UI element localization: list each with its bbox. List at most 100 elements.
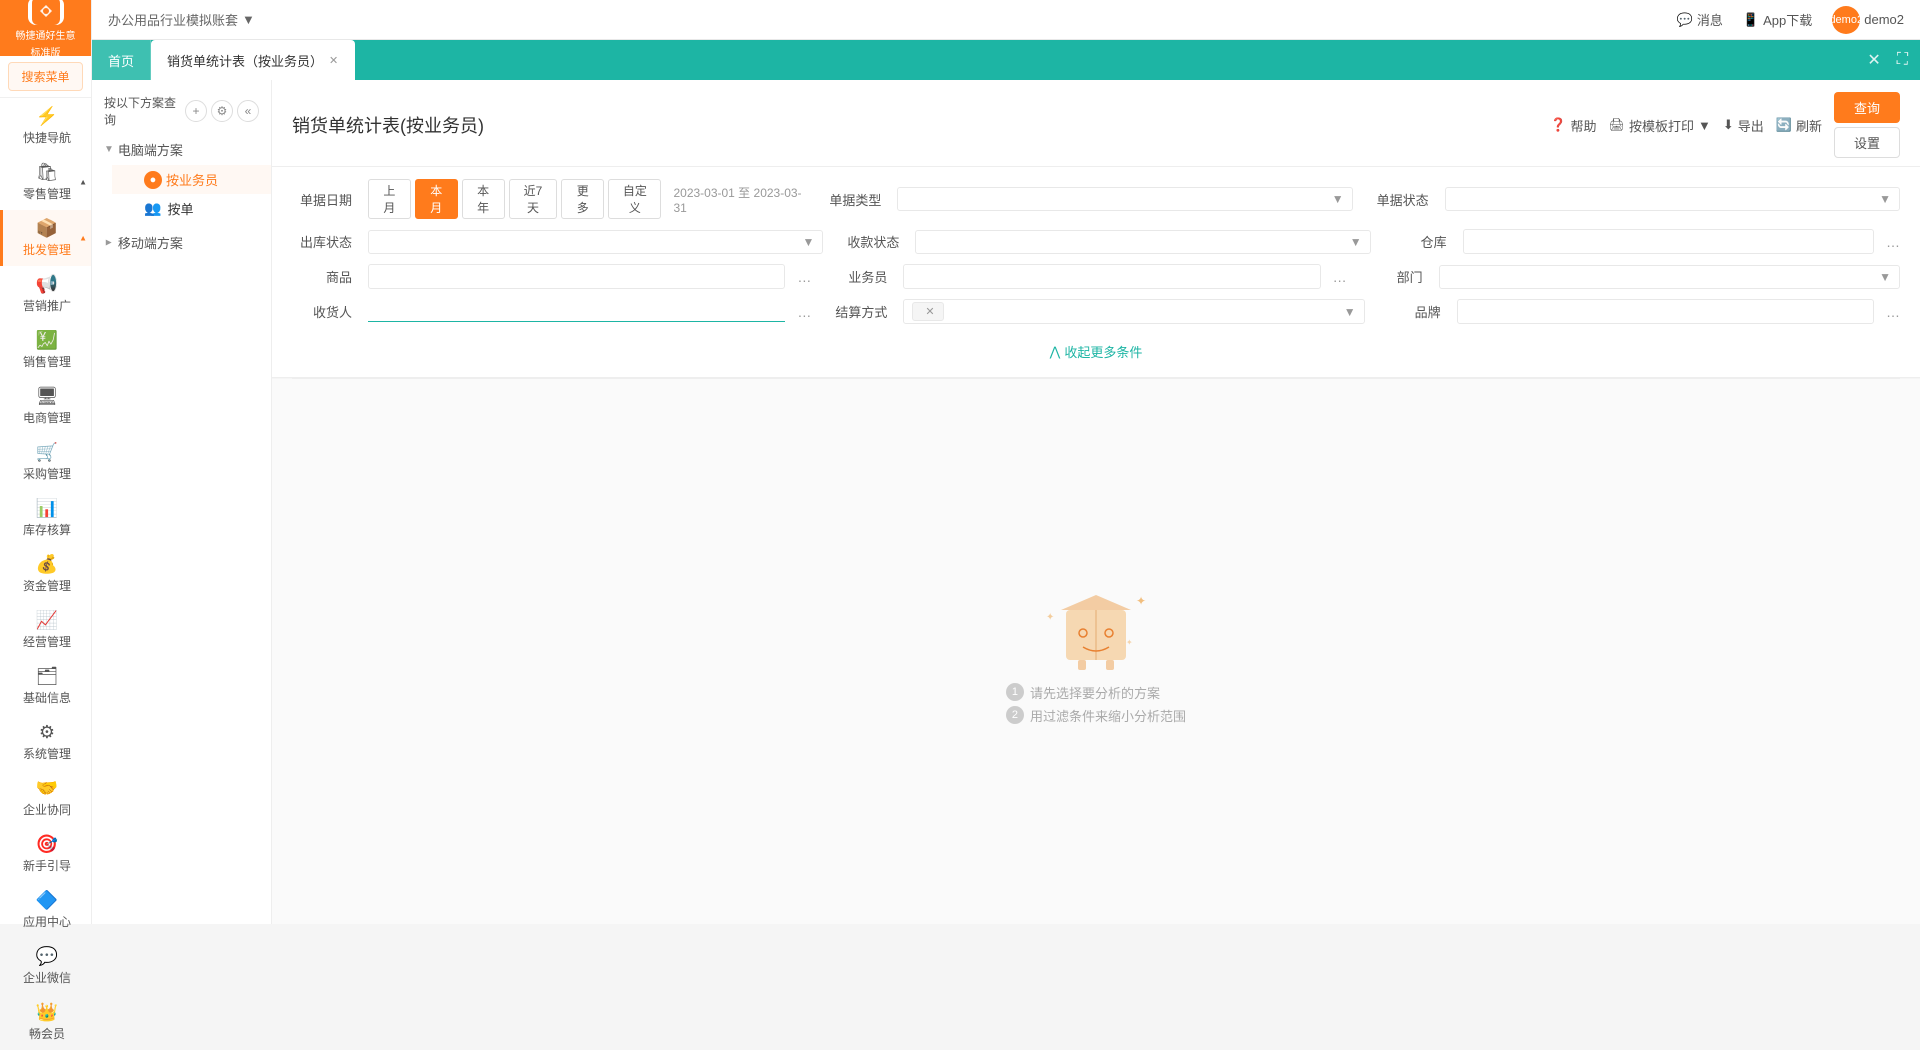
settlement-label: 结算方式 [827, 302, 887, 321]
sidebar-item-enterprise[interactable]: 🤝 企业协同 [0, 770, 91, 826]
doc-type-select[interactable]: ▼ [897, 187, 1352, 211]
tip-item-2: 2 用过滤条件来缩小分析范围 [1006, 706, 1186, 725]
collapse-panel-button[interactable]: « [237, 100, 259, 122]
sidebar-item-wechat[interactable]: 💬 企业微信 [0, 938, 91, 994]
sidebar: 畅捷通好生意 标准版 搜索菜单 ⚡ 快捷导航 🛍 零售管理 📦 批发管理 📢 营… [0, 0, 92, 924]
out-status-select[interactable]: ▼ [368, 230, 823, 254]
date-btn-custom[interactable]: 自定义 [608, 179, 661, 219]
account-selector[interactable]: 办公用品行业模拟账套 ▼ [108, 10, 255, 29]
app-download-button[interactable]: 📱 App下载 [1743, 10, 1812, 29]
query-button[interactable]: 查询 [1834, 92, 1900, 123]
tab-home-label: 首页 [108, 51, 134, 70]
collapse-up-icon: ⋀ [1050, 344, 1061, 360]
settings-button[interactable]: 设置 [1834, 127, 1900, 158]
refresh-button[interactable]: 🔄 刷新 [1776, 116, 1822, 135]
sidebar-item-vip[interactable]: 👑 畅会员 [0, 994, 91, 1050]
date-buttons: 上月 本月 本年 近7天 更多 自定义 [368, 179, 661, 219]
doc-type-label: 单据类型 [821, 190, 881, 209]
date-control: 上月 本月 本年 近7天 更多 自定义 2023-03-01 至 2023-03… [368, 179, 805, 219]
logo-area: 畅捷通好生意 标准版 [0, 0, 91, 56]
department-select[interactable]: ▼ [1439, 265, 1900, 289]
topbar-right: 💬 消息 📱 App下载 demo2 demo2 [1677, 6, 1904, 34]
date-btn-lastmonth[interactable]: 上月 [368, 179, 411, 219]
tabbar-actions: ✕ ⛶ [1863, 46, 1920, 74]
print-icon: 🖨 [1608, 117, 1625, 133]
settlement-control: ✕ ▼ [903, 299, 1364, 324]
settings-scheme-button[interactable]: ⚙ [211, 100, 233, 122]
export-icon: ⬇ [1723, 117, 1734, 133]
tab-close-icon[interactable]: ✕ [329, 54, 338, 67]
date-btn-more[interactable]: 更多 [561, 179, 604, 219]
tab-close-all-button[interactable]: ✕ [1863, 46, 1884, 74]
section-arrow-desktop: ▼ [104, 144, 114, 155]
page-title: 销货单统计表(按业务员) [292, 112, 484, 138]
sidebar-item-newbie[interactable]: 🎯 新手引导 [0, 826, 91, 882]
filter-row-2: 出库状态 ▼ 收款状态 ▼ 仓库 … [292, 229, 1900, 254]
svg-text:✦: ✦ [1046, 612, 1054, 623]
finance-icon: 💰 [7, 554, 87, 575]
message-button[interactable]: 💬 消息 [1677, 10, 1723, 29]
tab-sales-stat-label: 销货单统计表（按业务员） [167, 51, 323, 70]
doc-type-arrow: ▼ [1332, 192, 1344, 206]
sidebar-item-marketing[interactable]: 📢 营销推广 [0, 266, 91, 322]
purchase-icon: 🛒 [7, 442, 87, 463]
doc-status-select[interactable]: ▼ [1445, 187, 1900, 211]
sidebar-item-operations[interactable]: 📈 经营管理 [0, 602, 91, 658]
user-menu[interactable]: demo2 demo2 [1832, 6, 1904, 34]
consignee-dots[interactable]: … [797, 304, 811, 320]
sidebar-item-ecommerce[interactable]: 🖥 电商管理 [0, 378, 91, 434]
empty-state: ✦ ✦ ✦ 1 请先选择要分析的方案 [1006, 575, 1186, 729]
sidebar-item-retail[interactable]: 🛍 零售管理 [0, 154, 91, 210]
marketing-icon: 📢 [7, 274, 87, 295]
account-name: 办公用品行业模拟账套 [108, 10, 238, 29]
export-button[interactable]: ⬇ 导出 [1723, 116, 1764, 135]
vip-icon: 👑 [7, 1002, 87, 1023]
scheme-by-salesperson[interactable]: ● 按业务员 [112, 165, 271, 194]
goods-input[interactable] [368, 264, 785, 289]
brand-control: … [1457, 299, 1900, 324]
warehouse-input[interactable] [1463, 229, 1874, 254]
sidebar-item-inventory[interactable]: 📊 库存核算 [0, 490, 91, 546]
print-button[interactable]: 🖨 按模板打印 ▼ [1608, 116, 1710, 135]
operations-icon: 📈 [7, 610, 87, 631]
tree-desktop-children: ● 按业务员 👥 按单 [92, 165, 271, 223]
search-menu-button[interactable]: 搜索菜单 [8, 62, 83, 91]
date-btn-thisyear[interactable]: 本年 [462, 179, 505, 219]
warehouse-dots[interactable]: … [1886, 234, 1900, 250]
topbar-left: 办公用品行业模拟账套 ▼ [108, 10, 255, 29]
collapse-filters-button[interactable]: ⋀ 收起更多条件 [292, 334, 1900, 365]
message-icon: 💬 [1677, 12, 1693, 28]
sidebar-item-wholesale[interactable]: 📦 批发管理 [0, 210, 91, 266]
page-header: 销货单统计表(按业务员) ❓ 帮助 🖨 按模板打印 ▼ ⬇ 导出 [272, 80, 1920, 167]
help-button[interactable]: ❓ 帮助 [1550, 116, 1596, 135]
tab-home[interactable]: 首页 [92, 40, 151, 80]
scheme-by-order[interactable]: 👥 按单 [112, 194, 271, 223]
payment-status-select[interactable]: ▼ [915, 230, 1370, 254]
consignee-input[interactable] [368, 302, 785, 322]
goods-dots[interactable]: … [797, 269, 811, 285]
sidebar-item-sales[interactable]: 💹 销售管理 [0, 322, 91, 378]
sidebar-item-quicknav[interactable]: ⚡ 快捷导航 [0, 98, 91, 154]
tip-item-1: 1 请先选择要分析的方案 [1006, 683, 1186, 702]
brand-input[interactable] [1457, 299, 1874, 324]
tab-expand-button[interactable]: ⛶ [1893, 47, 1912, 73]
tabbar: 首页 销货单统计表（按业务员） ✕ ✕ ⛶ [92, 40, 1920, 80]
sidebar-item-finance[interactable]: 💰 资金管理 [0, 546, 91, 602]
sidebar-item-purchase[interactable]: 🛒 采购管理 [0, 434, 91, 490]
brand-dots[interactable]: … [1886, 304, 1900, 320]
warehouse-control: … [1463, 229, 1900, 254]
sidebar-item-appcenter[interactable]: 🔷 应用中心 [0, 882, 91, 938]
settlement-tag-close[interactable]: ✕ [925, 305, 934, 318]
tree-section-mobile[interactable]: ▼ 移动端方案 [92, 227, 271, 258]
date-btn-7days[interactable]: 近7天 [509, 179, 558, 219]
date-btn-thismonth[interactable]: 本月 [415, 179, 458, 219]
salesperson-dots[interactable]: … [1333, 269, 1347, 285]
doc-status-arrow: ▼ [1879, 192, 1891, 206]
svg-text:✦: ✦ [1126, 638, 1133, 647]
sidebar-item-basic[interactable]: 🗂 基础信息 [0, 658, 91, 714]
salesperson-input[interactable] [903, 264, 1320, 289]
add-scheme-button[interactable]: + [185, 100, 207, 122]
tab-sales-stat[interactable]: 销货单统计表（按业务员） ✕ [151, 40, 355, 80]
out-status-label: 出库状态 [292, 232, 352, 251]
sidebar-item-system[interactable]: ⚙ 系统管理 [0, 714, 91, 770]
